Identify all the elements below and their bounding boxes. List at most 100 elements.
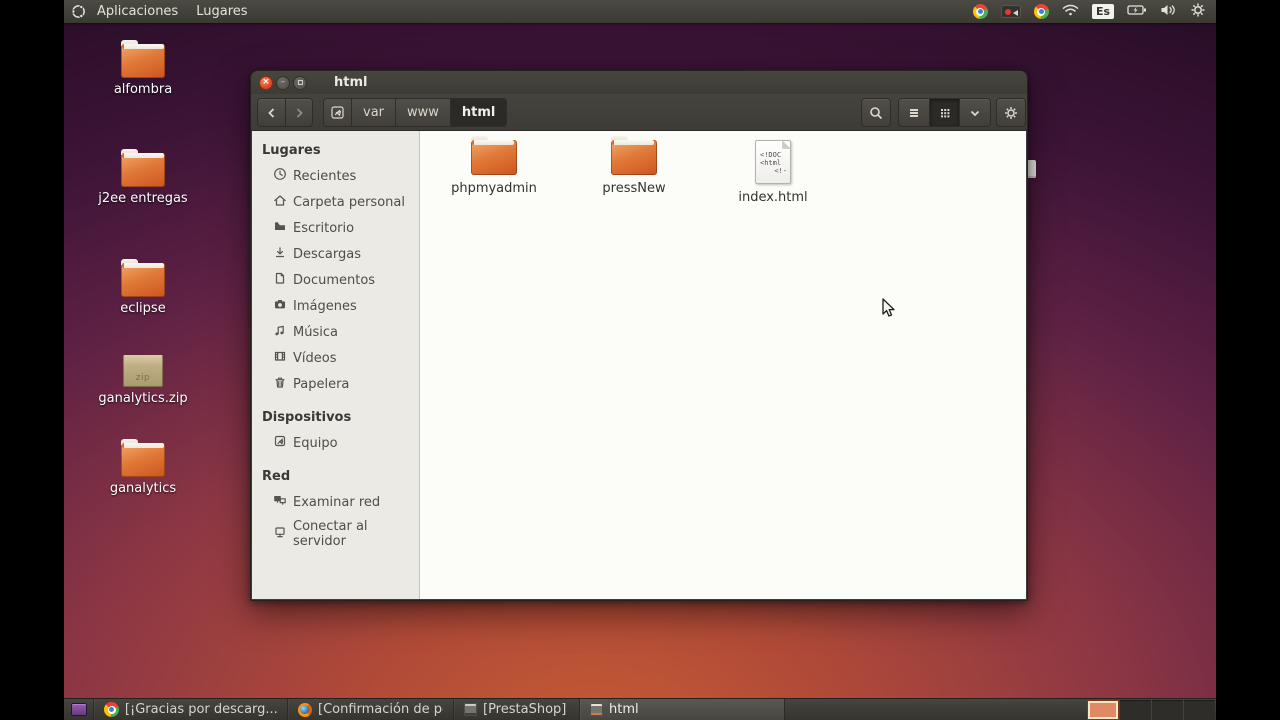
sidebar-item-documentos[interactable]: Documentos [252,267,419,293]
desktop-icon-ganalytics-zip[interactable]: zip ganalytics.zip [87,353,199,406]
workspace-cell-2[interactable] [1119,699,1151,720]
workspace-cell-4[interactable] [1183,699,1215,720]
document-icon [273,271,287,289]
sidebar-item-carpeta-personal[interactable]: Carpeta personal [252,189,419,215]
search-button[interactable] [861,98,891,127]
sidebar-item-label: Vídeos [293,350,337,366]
sidebar-item-label: Escritorio [293,220,355,236]
taskbar-item-4[interactable]: html [580,699,785,720]
html-preview-line: <!DOC [760,151,782,159]
sidebar-item-label: Papelera [293,376,350,392]
sidebar-item-recientes[interactable]: Recientes [252,163,419,189]
menu-lugares[interactable]: Lugares [187,0,256,23]
show-desktop-button[interactable] [64,699,94,720]
close-button[interactable]: × [259,75,273,90]
show-desktop-icon [70,703,87,716]
firefox-icon [298,702,312,717]
back-button[interactable] [258,99,285,126]
chrome-tray-icon[interactable] [972,4,988,19]
bottom-taskbar: [¡Gracias por descarg... [Confirmación de… [64,698,1216,720]
folder-icon [611,136,657,175]
network-icon [273,493,287,511]
breadcrumb-www[interactable]: www [396,99,451,126]
desktop-icon-label: eclipse [120,301,166,316]
keyboard-layout-indicator[interactable]: Es [1091,4,1114,19]
sidebar-item-label: Examinar red [293,494,381,510]
file-cabinet-icon [464,703,477,716]
system-tray: Es [972,0,1216,23]
file-label: phpmyadmin [451,181,537,196]
top-panel: Aplicaciones Lugares Es [64,0,1216,23]
taskbar-item-2[interactable]: [Confirmación de ped... [288,699,454,720]
view-dropdown-button[interactable] [959,99,990,126]
taskbar-item-1[interactable]: [¡Gracias por descarg... [94,699,288,720]
window-title: html [334,75,368,90]
workspace-switcher [1087,699,1216,720]
partially-hidden-desktop-icon[interactable] [1027,160,1036,178]
desktop-icon-label: ganalytics [109,481,177,496]
file-list-area[interactable]: phpmyadmin pressNew <!DOC <html <!- index.htm… [420,131,1026,599]
file-pressnew[interactable]: pressNew [582,136,686,196]
file-manager-window: × – html var www html Lugares Recientes … [250,70,1028,601]
sidebar-item-equipo[interactable]: Equipo [252,430,419,456]
sidebar-item-papelera[interactable]: Papelera [252,371,419,397]
screen-recorder-icon[interactable] [1000,5,1021,18]
workspace-cell-3[interactable] [1151,699,1183,720]
sidebar-item-examinar-red[interactable]: Examinar red [252,489,419,515]
breadcrumb-var[interactable]: var [352,99,397,126]
home-icon [273,193,287,211]
html-file-icon: <!DOC <html <!- [755,140,791,184]
desktop-icon-j2ee-entregas[interactable]: j2ee entregas [87,149,199,206]
taskbar-item-label: html [609,702,639,717]
workspace-cell-1[interactable] [1087,699,1119,720]
session-gear-icon[interactable] [1190,2,1206,22]
html-preview-line: <!- [774,167,787,175]
sidebar-item-im-genes[interactable]: Imágenes [252,293,419,319]
grid-view-button[interactable] [928,99,960,126]
view-switcher [898,98,991,127]
folder-icon [121,149,165,187]
sidebar-section-lugares: Lugares [262,143,321,158]
file-cabinet-icon [590,703,603,716]
ubuntu-logo-icon [64,4,88,19]
file-label: pressNew [602,181,666,196]
sidebar-item-label: Imágenes [293,298,357,314]
volume-icon[interactable] [1160,3,1177,21]
sidebar-item-label: Recientes [293,168,357,184]
sidebar-section-red: Red [262,469,291,484]
desktop-icon-ganalytics[interactable]: ganalytics [87,439,199,496]
chrome-tray-icon[interactable] [1033,4,1049,19]
clock-icon [273,167,287,185]
sidebar-item-descargas[interactable]: Descargas [252,241,419,267]
html-preview-line: <html [760,159,782,167]
sidebar-item-v-deos[interactable]: Vídeos [252,345,419,371]
list-view-button[interactable] [899,99,929,126]
file-phpmyadmin[interactable]: phpmyadmin [442,136,546,196]
menu-aplicaciones[interactable]: Aplicaciones [88,0,187,23]
file-index-html[interactable]: <!DOC <html <!- index.html [721,140,825,205]
desktop-icon-eclipse[interactable]: eclipse [87,259,199,316]
window-titlebar[interactable]: × – html [251,71,1027,94]
drive-icon [273,434,287,452]
minimize-button[interactable]: – [276,75,290,90]
taskbar-item-label: [¡Gracias por descarg... [124,702,277,717]
desktop-icon-alfombra[interactable]: alfombra [87,40,199,97]
sidebar-item-m-sica[interactable]: Música [252,319,419,345]
taskbar-item-label: [Confirmación de ped... [318,702,443,717]
sidebar-item-label: Descargas [293,246,362,262]
places-sidebar: Lugares Recientes Carpeta personal Escritor… [252,131,420,599]
sidebar-item-escritorio[interactable]: Escritorio [252,215,419,241]
zip-archive-icon: zip [123,355,163,387]
breadcrumb-html[interactable]: html [450,99,507,126]
battery-icon[interactable] [1127,3,1147,21]
wifi-icon[interactable] [1062,3,1079,21]
disk-root-icon[interactable] [324,99,352,126]
chrome-icon [104,702,119,717]
forward-button[interactable] [285,99,312,126]
maximize-button[interactable] [293,75,307,90]
options-gear-button[interactable] [996,98,1026,127]
sidebar-item-label: Equipo [293,435,338,451]
sidebar-item-conectar-al-servidor[interactable]: Conectar al servidor [252,515,419,553]
taskbar-item-label: [PrestaShop] [483,702,567,717]
taskbar-item-3[interactable]: [PrestaShop] [454,699,580,720]
